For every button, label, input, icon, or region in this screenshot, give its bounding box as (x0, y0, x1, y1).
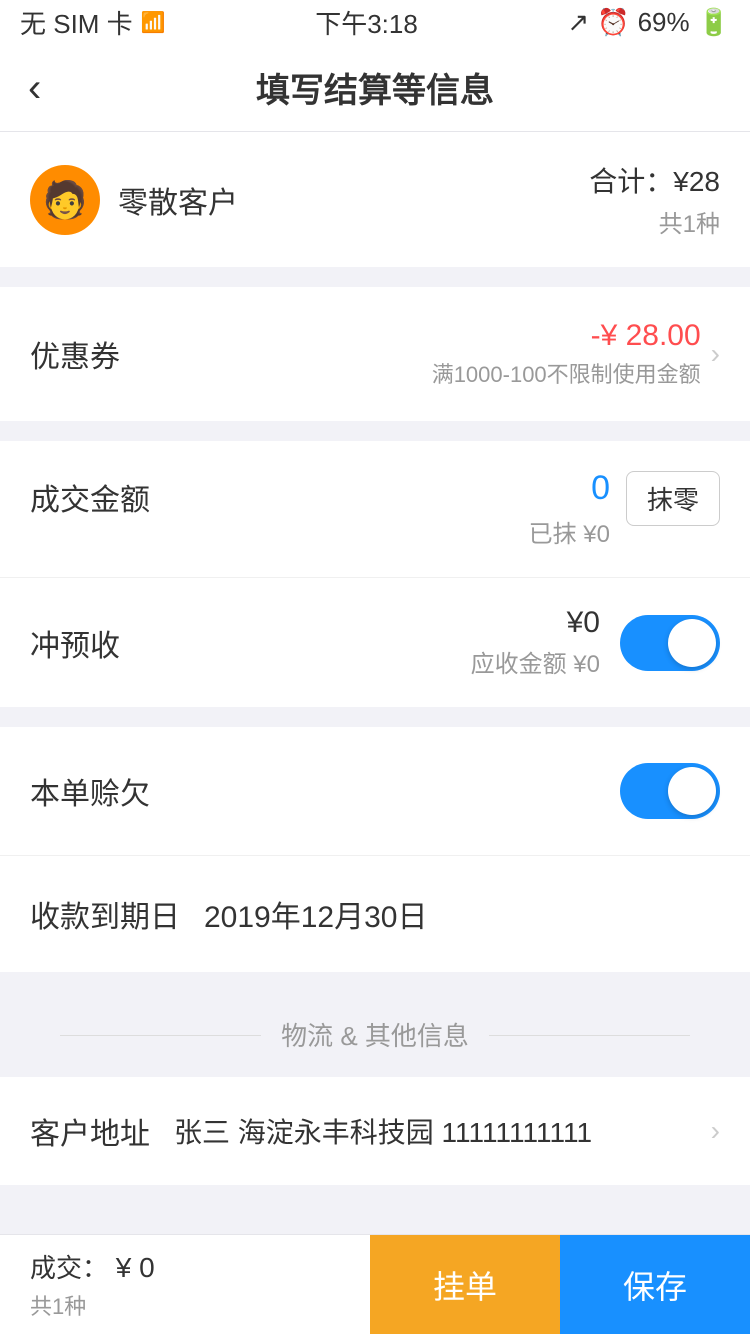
amount-rounded-label: 已抹 ¥0 (529, 514, 610, 549)
coupon-section: 优惠券 -¥ 28.00 满1000-100不限制使用金额 › (0, 287, 750, 421)
status-right: ↗ ⏰ 69% 🔋 (567, 7, 730, 38)
debt-label: 本单赊欠 (30, 769, 150, 813)
prepaid-toggle[interactable] (620, 615, 720, 671)
bottom-info: 成交： ¥ 0 共1种 (0, 1235, 370, 1334)
wifi-icon: 📶 (141, 10, 166, 35)
duedate-label: 收款到期日 (30, 892, 180, 936)
customer-name: 零散客户 (118, 178, 238, 222)
page-title: 填写结算等信息 (256, 63, 494, 112)
coupon-row[interactable]: 优惠券 -¥ 28.00 满1000-100不限制使用金额 › (0, 287, 750, 421)
address-chevron-icon: › (711, 1115, 720, 1147)
prepaid-label: 冲预收 (30, 621, 120, 665)
transaction-amount-value[interactable]: 0 (529, 469, 610, 508)
bottom-btn-group: 挂单 保存 (370, 1235, 750, 1334)
coupon-right: -¥ 28.00 满1000-100不限制使用金额 › (432, 319, 720, 389)
battery-level: 69% (638, 7, 690, 38)
status-left: 无 SIM 卡 📶 (20, 4, 166, 41)
hold-button[interactable]: 挂单 (370, 1235, 560, 1334)
alarm-icon: ⏰ (597, 7, 629, 38)
prepaid-row: 冲预收 ¥0 应收金额 ¥0 (0, 578, 750, 707)
amount-right: 0 已抹 ¥0 抹零 (529, 469, 720, 549)
total-amount-label: 合计：¥28 (589, 160, 720, 200)
debt-row: 本单赊欠 (0, 727, 750, 856)
nav-bar: ‹ 填写结算等信息 (0, 44, 750, 132)
address-section: 客户地址 张三 海淀永丰科技园 11111111111 › (0, 1077, 750, 1185)
debt-toggle[interactable] (620, 763, 720, 819)
transaction-amount-label: 成交金额 (30, 469, 150, 519)
prepaid-receivable: 应收金额 ¥0 (471, 644, 600, 679)
duedate-row: 收款到期日 2019年12月30日 (0, 856, 750, 972)
prepaid-amount: ¥0 (471, 606, 600, 640)
logistics-header: 物流 & 其他信息 (0, 992, 750, 1077)
logistics-section-label: 物流 & 其他信息 (261, 1021, 489, 1051)
prepaid-right: ¥0 应收金额 ¥0 (471, 606, 720, 679)
bottom-bar: 成交： ¥ 0 共1种 挂单 保存 (0, 1234, 750, 1334)
round-button[interactable]: 抹零 (626, 471, 720, 526)
duedate-value[interactable]: 2019年12月30日 (204, 892, 427, 936)
customer-info: 🧑 零散客户 (30, 165, 238, 235)
debt-section: 本单赊欠 收款到期日 2019年12月30日 (0, 727, 750, 972)
coupon-discount: -¥ 28.00 (432, 319, 701, 353)
bottom-deal-row: 成交： ¥ 0 (30, 1248, 340, 1285)
address-row[interactable]: 客户地址 张三 海淀永丰科技园 11111111111 › (0, 1077, 750, 1185)
amount-value-group: 0 已抹 ¥0 (529, 469, 610, 549)
coupon-desc: 满1000-100不限制使用金额 (432, 357, 701, 389)
total-count-label: 共1种 (589, 204, 720, 239)
back-button[interactable]: ‹ (28, 68, 41, 108)
battery-icon: 🔋 (698, 7, 730, 38)
customer-section: 🧑 零散客户 合计：¥28 共1种 (0, 132, 750, 267)
transaction-section: 成交金额 0 已抹 ¥0 抹零 冲预收 ¥0 应收金额 ¥0 (0, 441, 750, 707)
avatar: 🧑 (30, 165, 100, 235)
transaction-amount-row: 成交金额 0 已抹 ¥0 抹零 (0, 441, 750, 578)
status-bar: 无 SIM 卡 📶 下午3:18 ↗ ⏰ 69% 🔋 (0, 0, 750, 44)
location-icon: ↗ (567, 7, 589, 38)
coupon-info: -¥ 28.00 满1000-100不限制使用金额 (432, 319, 701, 389)
chevron-right-icon: › (711, 338, 720, 370)
sim-signal-text: 无 SIM 卡 (20, 4, 133, 41)
prepaid-values: ¥0 应收金额 ¥0 (471, 606, 600, 679)
bottom-count: 共1种 (30, 1289, 340, 1321)
save-button[interactable]: 保存 (560, 1235, 750, 1334)
bottom-deal-amount: ¥ 0 (116, 1252, 155, 1283)
coupon-label: 优惠券 (30, 332, 120, 376)
status-time: 下午3:18 (315, 4, 418, 41)
address-label: 客户地址 (30, 1109, 150, 1153)
address-value: 张三 海淀永丰科技园 11111111111 (174, 1111, 711, 1151)
customer-row: 🧑 零散客户 合计：¥28 共1种 (0, 132, 750, 267)
bottom-deal-label: 成交： (30, 1253, 108, 1283)
customer-total: 合计：¥28 共1种 (589, 160, 720, 239)
